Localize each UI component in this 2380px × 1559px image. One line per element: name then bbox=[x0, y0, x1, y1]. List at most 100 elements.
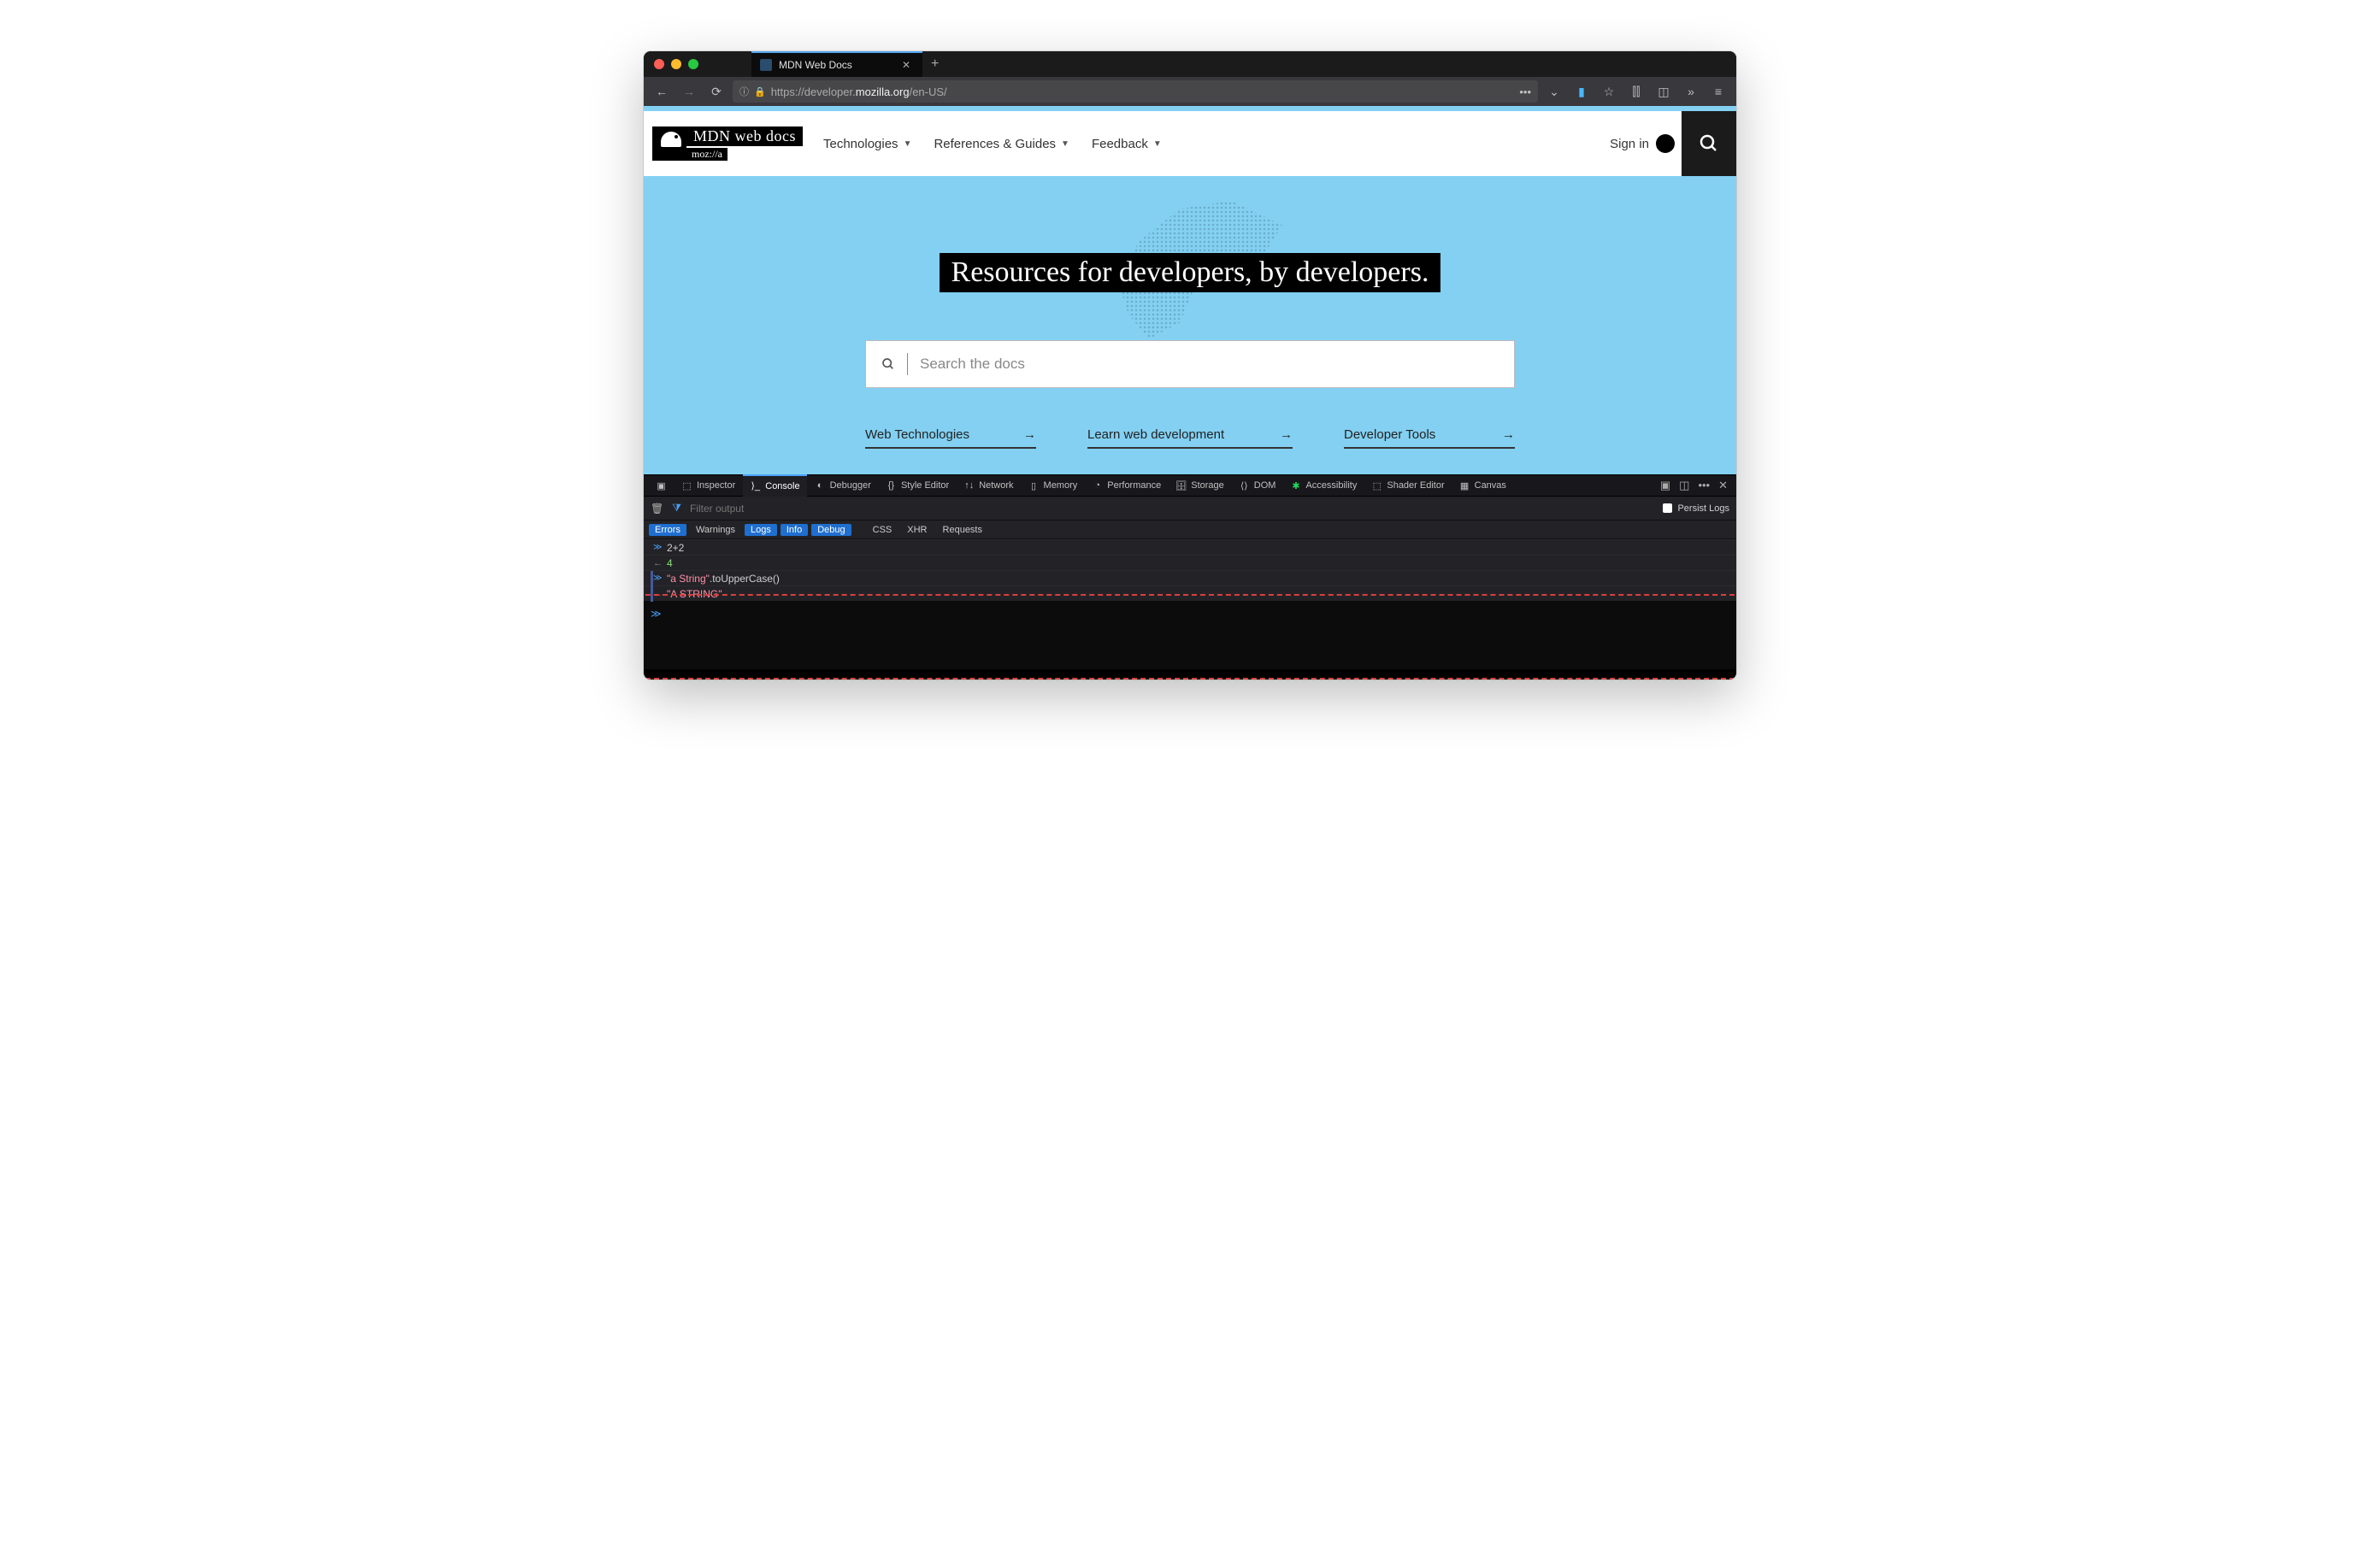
console-expr: .toUpperCase() bbox=[710, 573, 780, 585]
prompt-in-icon: ≫ bbox=[651, 608, 662, 662]
pill-requests[interactable]: Requests bbox=[937, 524, 988, 536]
devtools-tab-canvas[interactable]: ▦Canvas bbox=[1452, 474, 1513, 497]
network-icon: ↑↓ bbox=[963, 480, 975, 491]
new-tab-button[interactable]: + bbox=[922, 51, 947, 77]
pill-info[interactable]: Info bbox=[781, 524, 808, 536]
console-result: 4 bbox=[667, 557, 673, 569]
arrow-right-icon: → bbox=[1023, 427, 1036, 442]
pill-errors[interactable]: Errors bbox=[649, 524, 686, 536]
nav-forward-button[interactable]: → bbox=[678, 80, 700, 103]
hero-section: Resources for developers, by developers.… bbox=[644, 176, 1736, 474]
checkbox-icon bbox=[1663, 503, 1672, 513]
nav-back-button[interactable]: ← bbox=[651, 80, 673, 103]
pill-css[interactable]: CSS bbox=[867, 524, 898, 536]
nav-reload-button[interactable]: ⟳ bbox=[705, 80, 728, 103]
devtools-right-icons: ▣ ◫ ••• ✕ bbox=[1660, 479, 1731, 492]
sidebar-icon[interactable]: ◫ bbox=[1652, 80, 1675, 103]
window-minimize-button[interactable] bbox=[671, 59, 681, 69]
divider bbox=[907, 353, 908, 375]
nav-references-guides[interactable]: References & Guides ▼ bbox=[934, 137, 1069, 151]
window-close-button[interactable] bbox=[654, 59, 664, 69]
devtools-tab-network[interactable]: ↑↓Network bbox=[957, 474, 1020, 497]
window-controls bbox=[644, 59, 709, 69]
canvas-icon: ▦ bbox=[1459, 480, 1470, 491]
nav-technologies[interactable]: Technologies ▼ bbox=[823, 137, 911, 151]
devtools-tab-memory[interactable]: ▯Memory bbox=[1022, 474, 1085, 497]
devtools-tab-storage[interactable]: 🗄Storage bbox=[1169, 474, 1231, 497]
main-nav: Technologies ▼ References & Guides ▼ Fee… bbox=[823, 137, 1162, 151]
github-icon[interactable] bbox=[1656, 134, 1675, 153]
storage-icon: 🗄 bbox=[1175, 480, 1187, 491]
header-search-button[interactable] bbox=[1682, 111, 1736, 176]
clear-console-icon[interactable]: 🗑 bbox=[651, 503, 663, 515]
devtools-tab-console[interactable]: ⟩_Console bbox=[743, 474, 806, 497]
console-output: ≫ 2+2 ← 4 ≫ "a String".toUpperCase() ← "… bbox=[644, 539, 1736, 601]
url-protocol: https:// bbox=[771, 85, 804, 98]
devtools-pick-element[interactable]: ▣ bbox=[649, 474, 674, 497]
memory-icon: ▯ bbox=[1028, 480, 1040, 491]
hero-link-devtools[interactable]: Developer Tools → bbox=[1344, 427, 1515, 449]
hero-link-label: Learn web development bbox=[1087, 427, 1224, 442]
persist-logs-toggle[interactable]: Persist Logs bbox=[1663, 503, 1729, 514]
sign-in-link[interactable]: Sign in bbox=[1610, 137, 1649, 151]
titlebar: MDN Web Docs ✕ + bbox=[644, 51, 1736, 77]
devtools-tab-debugger[interactable]: ◐Debugger bbox=[808, 474, 878, 497]
accessibility-icon: ✱ bbox=[1290, 480, 1301, 491]
chevron-down-icon: ▼ bbox=[904, 139, 912, 149]
hero-search-box[interactable] bbox=[865, 340, 1515, 388]
site-info-icon[interactable]: ⓘ bbox=[739, 85, 749, 98]
persist-logs-label: Persist Logs bbox=[1677, 503, 1729, 514]
filter-input[interactable] bbox=[690, 503, 1655, 515]
devtools-iframe-icon[interactable]: ▣ bbox=[1660, 479, 1670, 492]
console-category-bar: Errors Warnings Logs Info Debug CSS XHR … bbox=[644, 521, 1736, 539]
box-icon: ▣ bbox=[656, 480, 667, 491]
pocket-icon[interactable]: ⌄ bbox=[1543, 80, 1565, 103]
url-bar[interactable]: ⓘ 🔒 https://developer.mozilla.org/en-US/… bbox=[733, 80, 1538, 103]
console-result: "A STRING" bbox=[667, 588, 722, 600]
console-icon: ⟩_ bbox=[750, 480, 761, 491]
url-host-left: developer. bbox=[804, 85, 856, 98]
hero-link-learn[interactable]: Learn web development → bbox=[1087, 427, 1293, 449]
console-input-row: ≫ "a String".toUpperCase() bbox=[644, 570, 1736, 585]
logo-title: MDN web docs bbox=[686, 126, 803, 146]
dom-icon: ⟨⟩ bbox=[1239, 480, 1250, 491]
browser-window: MDN Web Docs ✕ + ← → ⟳ ⓘ 🔒 https://devel… bbox=[644, 51, 1736, 679]
menu-icon[interactable]: ≡ bbox=[1707, 80, 1729, 103]
hero-link-label: Developer Tools bbox=[1344, 427, 1435, 442]
pill-logs[interactable]: Logs bbox=[745, 524, 777, 536]
devtools-tab-accessibility[interactable]: ✱Accessibility bbox=[1283, 474, 1364, 497]
tab-title: MDN Web Docs bbox=[779, 59, 852, 71]
devtools-tab-performance[interactable]: ◔Performance bbox=[1085, 474, 1168, 497]
console-expr: 2+2 bbox=[667, 542, 684, 554]
navbar: ← → ⟳ ⓘ 🔒 https://developer.mozilla.org/… bbox=[644, 77, 1736, 106]
perf-icon: ◔ bbox=[1092, 480, 1103, 491]
devtools-tab-inspector[interactable]: ⬚Inspector bbox=[675, 474, 742, 497]
devtools-more-icon[interactable]: ••• bbox=[1698, 479, 1710, 492]
extension-icon[interactable]: ▮ bbox=[1570, 80, 1593, 103]
library-icon[interactable]: ⫿⫿ bbox=[1625, 80, 1647, 103]
tab-close-icon[interactable]: ✕ bbox=[902, 59, 910, 71]
pill-debug[interactable]: Debug bbox=[811, 524, 851, 536]
bookmark-star-icon[interactable]: ☆ bbox=[1598, 80, 1620, 103]
browser-tab-active[interactable]: MDN Web Docs ✕ bbox=[751, 51, 922, 77]
pill-xhr[interactable]: XHR bbox=[901, 524, 933, 536]
mdn-logo[interactable]: MDN web docs moz://a bbox=[652, 126, 803, 161]
arrow-right-icon: → bbox=[1280, 427, 1293, 442]
hero-search-input[interactable] bbox=[920, 356, 1499, 373]
hero-link-web-tech[interactable]: Web Technologies → bbox=[865, 427, 1036, 449]
hero-link-label: Web Technologies bbox=[865, 427, 969, 442]
chevron-down-icon: ▼ bbox=[1153, 139, 1162, 149]
devtools-tab-style-editor[interactable]: {}Style Editor bbox=[879, 474, 956, 497]
url-more-icon[interactable]: ••• bbox=[1519, 85, 1531, 98]
nav-feedback[interactable]: Feedback ▼ bbox=[1092, 137, 1162, 151]
devtools-tab-shader[interactable]: ⬚Shader Editor bbox=[1364, 474, 1451, 497]
overflow-icon[interactable]: » bbox=[1680, 80, 1702, 103]
pill-warnings[interactable]: Warnings bbox=[690, 524, 741, 536]
style-icon: {} bbox=[886, 480, 897, 491]
filter-funnel-icon[interactable]: ⧩ bbox=[672, 502, 681, 515]
devtools-tab-dom[interactable]: ⟨⟩DOM bbox=[1232, 474, 1283, 497]
window-zoom-button[interactable] bbox=[688, 59, 698, 69]
devtools-close-icon[interactable]: ✕ bbox=[1718, 479, 1728, 492]
console-multiline-editor[interactable]: ≫ bbox=[644, 601, 1736, 669]
devtools-dock-icon[interactable]: ◫ bbox=[1679, 479, 1689, 492]
